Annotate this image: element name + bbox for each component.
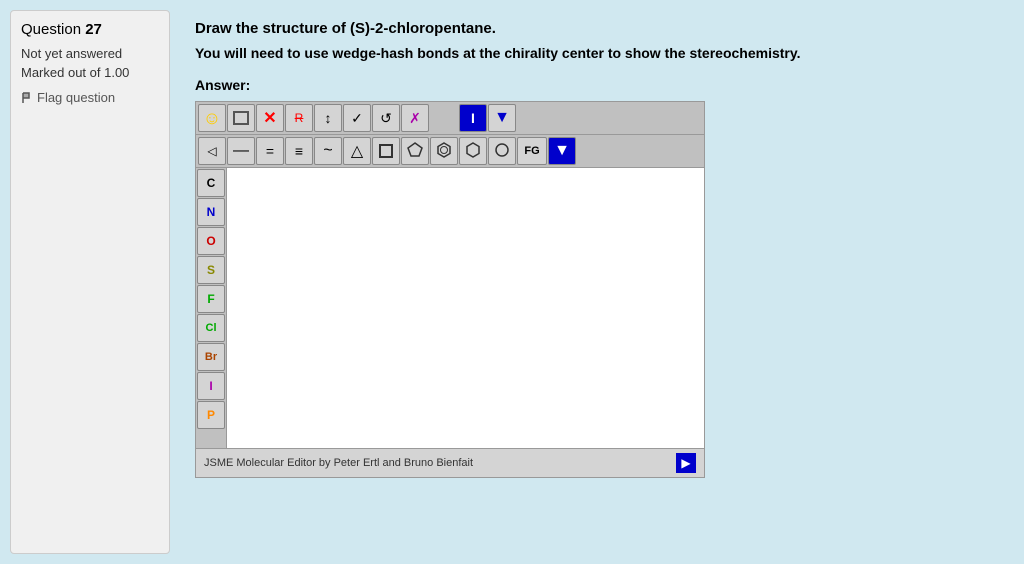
smiley-icon: ☺ [203, 108, 221, 129]
question-number: 27 [85, 21, 102, 38]
hexagon-icon [464, 141, 482, 162]
atom-cl-button[interactable]: Cl [197, 314, 225, 342]
hexagon-filled-button[interactable] [430, 137, 458, 165]
double-bond-button[interactable]: = [256, 137, 284, 165]
wave-bond-icon: ~ [323, 142, 332, 160]
question-title: Question 27 [21, 21, 159, 38]
atom-p-button[interactable]: P [197, 401, 225, 429]
info-icon: I [471, 110, 475, 126]
single-bond-icon: — [233, 142, 249, 160]
hexagon-filled-icon [435, 141, 453, 162]
sidebar: Question 27 Not yet answered Marked out … [10, 10, 170, 554]
stereo-button[interactable]: ↕ [314, 104, 342, 132]
answer-label: Answer: [195, 77, 999, 93]
undo-button[interactable]: ↺ [372, 104, 400, 132]
play-button[interactable] [676, 453, 696, 473]
delete-button[interactable]: ✕ [256, 104, 284, 132]
arrow-left-icon: ◁ [207, 144, 216, 158]
pentagon-icon [406, 141, 424, 162]
flag-label: Flag question [37, 90, 115, 105]
wave-bond-button[interactable]: ~ [314, 137, 342, 165]
atom-br-button[interactable]: Br [197, 343, 225, 371]
atom-c-button[interactable]: C [197, 169, 225, 197]
molecule-editor: ☺ ✕ R ↕ ✓ ↺ [195, 101, 705, 478]
question-heading: Draw the structure of (S)-2-chloropentan… [195, 20, 999, 37]
wedge-menu-button[interactable]: ▼ [488, 104, 516, 132]
check-icon: ✓ [351, 110, 363, 127]
select-rect-icon [233, 111, 249, 125]
editor-footer-text: JSME Molecular Editor by Peter Ertl and … [204, 457, 473, 469]
triangle-icon: △ [351, 141, 363, 161]
pentagon-button[interactable] [401, 137, 429, 165]
atom-f-button[interactable]: F [197, 285, 225, 313]
arrow-left-button[interactable]: ◁ [198, 137, 226, 165]
circle-icon [493, 141, 511, 162]
select-rect-button[interactable] [227, 104, 255, 132]
square-ring-icon [379, 144, 393, 158]
triple-bond-button[interactable]: ≡ [285, 137, 313, 165]
fg-button[interactable]: FG [517, 137, 547, 165]
main-content: Draw the structure of (S)-2-chloropentan… [180, 10, 1014, 554]
question-subheading: You will need to use wedge-hash bonds at… [195, 45, 999, 61]
single-bond-button[interactable]: — [227, 137, 255, 165]
check-button[interactable]: ✓ [343, 104, 371, 132]
atom-sidebar: C N O S F Cl Br I P [196, 168, 227, 448]
triple-bond-icon: ≡ [295, 143, 303, 159]
wedge-down-icon: ▼ [554, 142, 570, 160]
toolbar-row2: ◁ — = ≡ ~ △ [196, 135, 704, 168]
square-ring-button[interactable] [372, 137, 400, 165]
flag-icon [21, 92, 33, 104]
drawing-canvas[interactable] [227, 168, 704, 448]
hexagon-button[interactable] [459, 137, 487, 165]
circle-button[interactable] [488, 137, 516, 165]
drawing-area-wrapper: C N O S F Cl Br I P [196, 168, 704, 448]
double-bond-icon: = [266, 143, 274, 159]
strike-r-icon: R [295, 111, 304, 125]
spacer-button [430, 104, 458, 132]
delete-icon: ✕ [263, 108, 276, 128]
clear-icon: ✗ [409, 110, 421, 127]
fg-label: FG [524, 145, 539, 157]
strike-r-button[interactable]: R [285, 104, 313, 132]
question-label: Question [21, 21, 81, 38]
atom-i-button[interactable]: I [197, 372, 225, 400]
editor-footer: JSME Molecular Editor by Peter Ertl and … [196, 448, 704, 477]
stereo-icon: ↕ [325, 110, 332, 126]
atom-n-button[interactable]: N [197, 198, 225, 226]
status-text: Not yet answered [21, 46, 159, 61]
atom-o-button[interactable]: O [197, 227, 225, 255]
atom-s-button[interactable]: S [197, 256, 225, 284]
marked-text: Marked out of 1.00 [21, 65, 159, 80]
info-button[interactable]: I [459, 104, 487, 132]
triangle-down-icon: ▼ [494, 109, 510, 127]
clear-button[interactable]: ✗ [401, 104, 429, 132]
wedge-down-button[interactable]: ▼ [548, 137, 576, 165]
undo-icon: ↺ [380, 110, 392, 127]
smiley-button[interactable]: ☺ [198, 104, 226, 132]
triangle-button[interactable]: △ [343, 137, 371, 165]
flag-question-button[interactable]: Flag question [21, 90, 115, 105]
toolbar-row1: ☺ ✕ R ↕ ✓ ↺ [196, 102, 704, 135]
